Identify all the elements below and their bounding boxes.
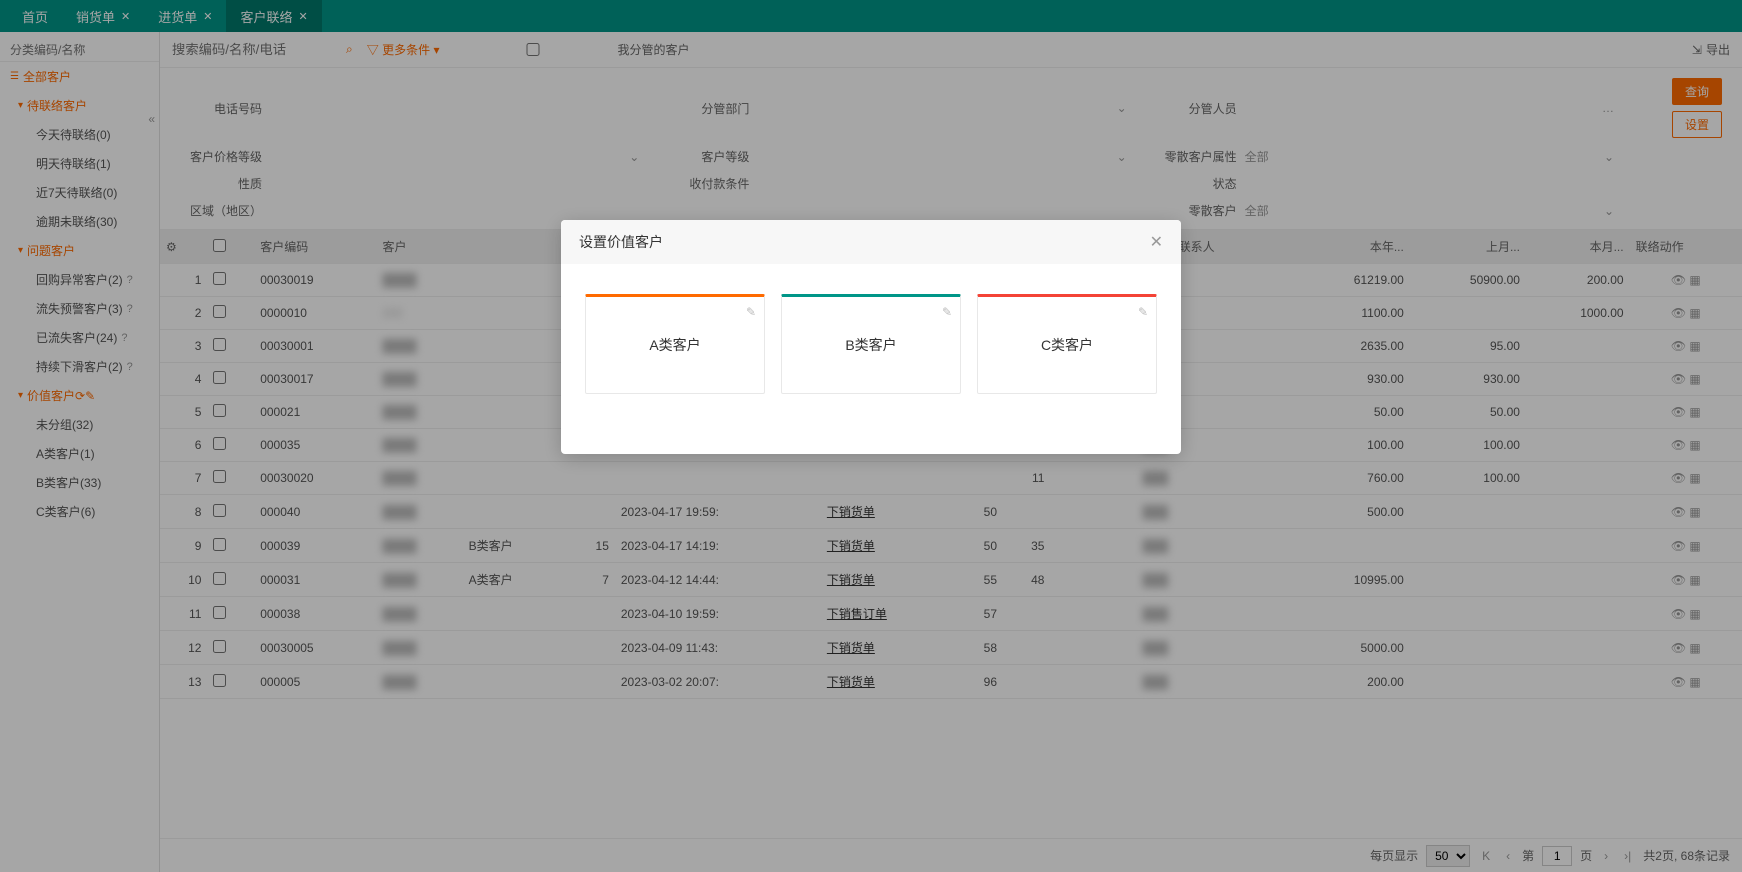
value-card[interactable]: ✎C类客户 (977, 294, 1157, 394)
edit-icon[interactable]: ✎ (1138, 305, 1148, 319)
dialog-title: 设置价值客户 (579, 232, 663, 252)
value-customer-dialog: 设置价值客户 ✕ ✎A类客户✎B类客户✎C类客户 (561, 220, 1181, 454)
close-icon[interactable]: ✕ (1150, 232, 1163, 252)
value-card[interactable]: ✎A类客户 (585, 294, 765, 394)
edit-icon[interactable]: ✎ (942, 305, 952, 319)
modal-overlay[interactable]: 设置价值客户 ✕ ✎A类客户✎B类客户✎C类客户 (0, 0, 1742, 872)
edit-icon[interactable]: ✎ (746, 305, 756, 319)
value-card[interactable]: ✎B类客户 (781, 294, 961, 394)
